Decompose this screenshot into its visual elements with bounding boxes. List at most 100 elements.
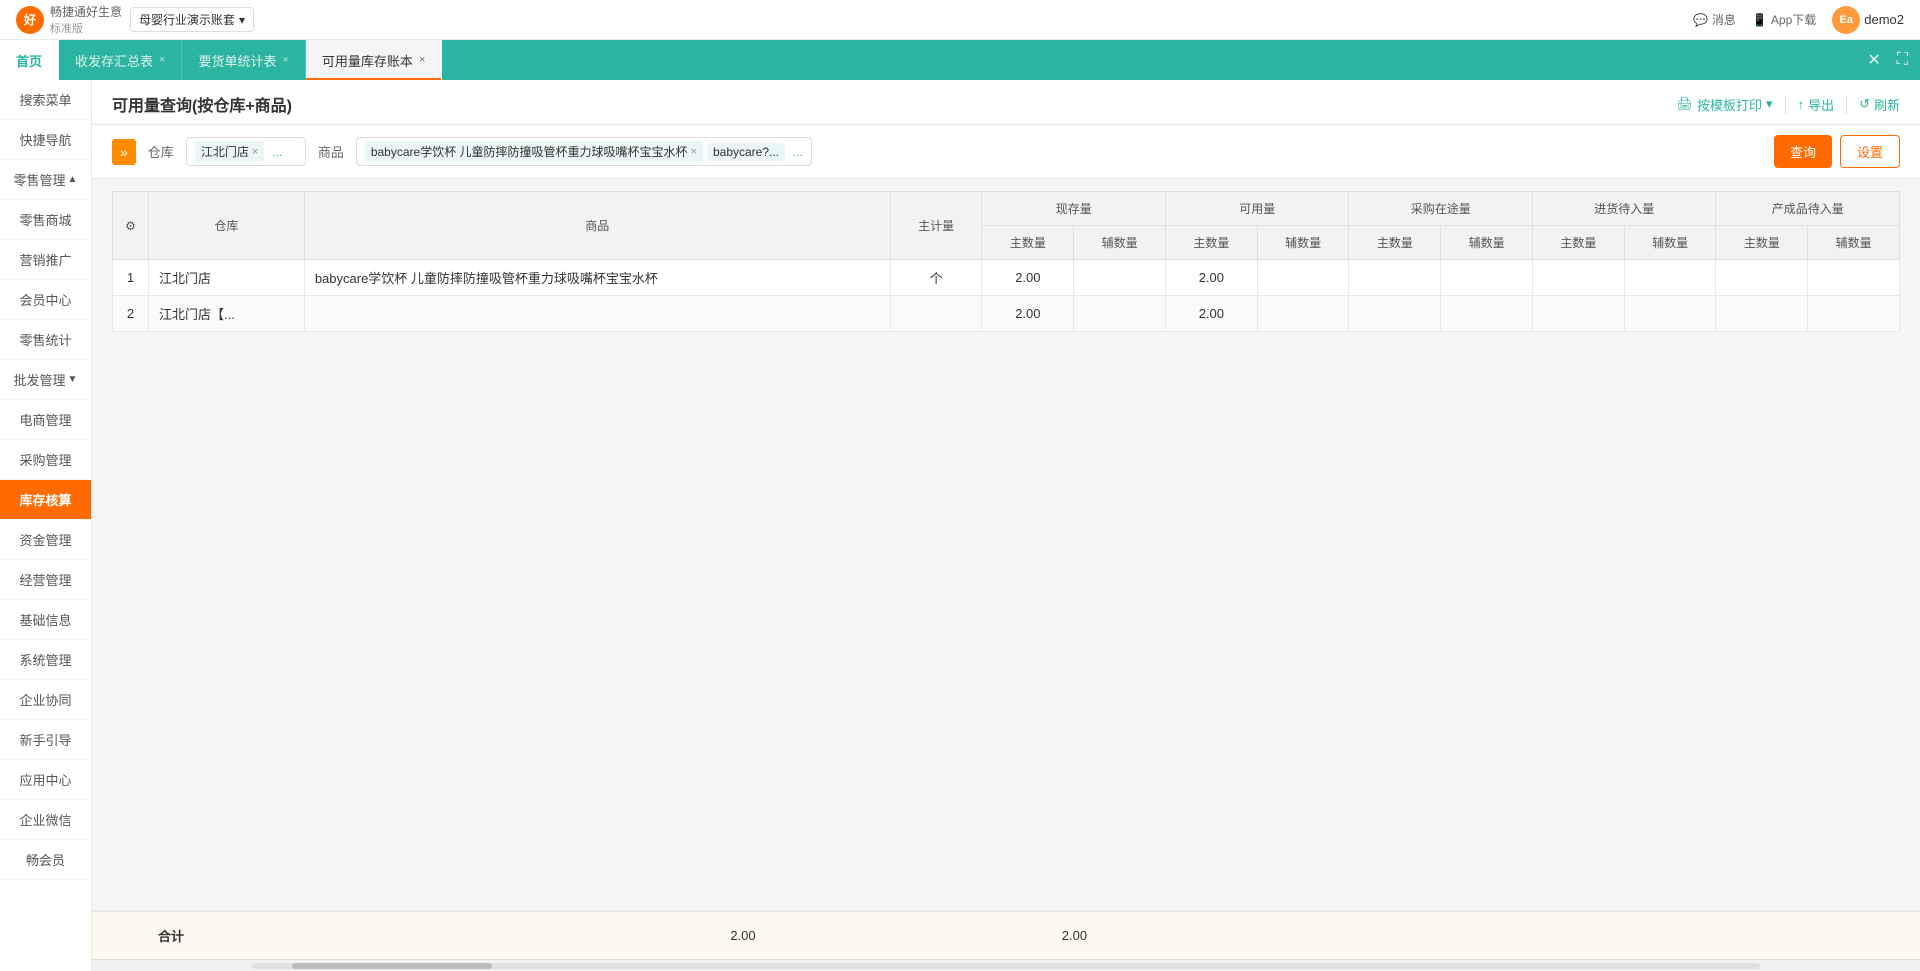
th-purchase-transit-main: 主数量 [1349, 226, 1441, 260]
sidebar-item-enterprise[interactable]: 企业协同 [0, 680, 91, 720]
nav-close-btn[interactable]: ✕ [1863, 46, 1884, 74]
industry-label: 母婴行业演示账套 [139, 11, 235, 28]
th-product: 商品 [304, 192, 890, 260]
export-button[interactable]: ↑ 导出 [1798, 95, 1848, 114]
tab-purchase-stats-close[interactable]: × [282, 54, 288, 66]
product-label: 商品 [318, 142, 344, 161]
table-area: ⚙ 仓库 商品 主计量 现存量 可用量 采购在途量 进货待入量 产成品待入量 主… [92, 179, 1920, 910]
sidebar-item-app-center[interactable]: 应用中心 [0, 760, 91, 800]
chevron-up-icon: ▲ [68, 174, 78, 185]
cell-avail-main-2: 2.00 [1165, 296, 1257, 332]
warehouse-more-btn[interactable]: ... [272, 145, 282, 159]
sidebar-item-enterprise-wechat[interactable]: 企业微信 [0, 800, 91, 840]
query-button[interactable]: 查询 [1774, 135, 1832, 168]
sidebar-item-inventory[interactable]: 库存核算 [0, 480, 91, 520]
cell-avail-aux-2 [1257, 296, 1349, 332]
th-product-pending: 产成品待入量 [1716, 192, 1900, 226]
tab-purchase-stats[interactable]: 要货单统计表 × [182, 40, 305, 80]
refresh-button[interactable]: ↺ 刷新 [1859, 95, 1900, 114]
cell-stock-main-2: 2.00 [982, 296, 1074, 332]
sidebar-item-wholesale-mgmt[interactable]: 批发管理 ▼ [0, 360, 91, 400]
app-icon: 📱 [1752, 13, 1767, 27]
cell-avail-main-1: 2.00 [1165, 260, 1257, 296]
summary-stock-main: 2.00 [628, 920, 858, 951]
sidebar-item-quick-nav[interactable]: 快捷导航 [0, 120, 91, 160]
sidebar-quick-nav-label: 快捷导航 [19, 133, 71, 148]
sidebar-retail-shop-label: 零售商城 [19, 213, 71, 228]
cell-purchase-pending-main-1 [1532, 260, 1624, 296]
product-tag-2-text: babycare?... [713, 145, 779, 159]
gear-icon[interactable]: ⚙ [125, 219, 136, 233]
industry-selector[interactable]: 母婴行业演示账套 ▾ [130, 7, 254, 32]
sidebar-item-finance[interactable]: 资金管理 [0, 520, 91, 560]
message-button[interactable]: 💬 消息 [1693, 11, 1736, 28]
app-download-button[interactable]: 📱 App下载 [1752, 11, 1816, 28]
sidebar-item-purchase[interactable]: 采购管理 [0, 440, 91, 480]
warehouse-label: 仓库 [148, 142, 174, 161]
sidebar-item-guide[interactable]: 新手引导 [0, 720, 91, 760]
top-bar-left: 好 畅捷通好生意 标准版 母婴行业演示账套 ▾ [16, 3, 254, 36]
nav-tabs-end: ✕ ⛶ [1863, 40, 1920, 80]
logo-sub: 标准版 [50, 20, 122, 36]
sidebar-item-marketing[interactable]: 营销推广 [0, 240, 91, 280]
th-avail-aux: 辅数量 [1257, 226, 1349, 260]
th-purchase-pending-main: 主数量 [1532, 226, 1624, 260]
tab-purchase-stats-label: 要货单统计表 [198, 51, 276, 70]
cell-warehouse-1: 江北门店 [149, 260, 305, 296]
sidebar-member-vip-label: 畅会员 [26, 853, 65, 868]
product-more-btn[interactable]: ... [793, 145, 803, 159]
sidebar-item-system[interactable]: 系统管理 [0, 640, 91, 680]
tab-receive[interactable]: 收发存汇总表 × [59, 40, 182, 80]
scroll-thumb[interactable] [292, 963, 492, 969]
cell-product-pending-aux-1 [1808, 260, 1900, 296]
warehouse-filter[interactable]: 江北门店 × ... [186, 137, 306, 166]
cell-purchase-transit-aux-1 [1441, 260, 1533, 296]
horizontal-scrollbar[interactable] [252, 963, 1760, 969]
sidebar-inventory-label: 库存核算 [19, 493, 71, 508]
sidebar-item-ecommerce[interactable]: 电商管理 [0, 400, 91, 440]
th-stock-aux: 辅数量 [1074, 226, 1166, 260]
export-label: 导出 [1808, 95, 1834, 114]
page-title: 可用量查询(按仓库+商品) [112, 92, 292, 116]
th-current-stock: 现存量 [982, 192, 1166, 226]
th-purchase-pending-aux: 辅数量 [1624, 226, 1716, 260]
sidebar-item-retail-shop[interactable]: 零售商城 [0, 200, 91, 240]
filter-actions: 查询 设置 [1774, 135, 1900, 168]
tab-available-inventory[interactable]: 可用量库存账本 × [306, 40, 442, 80]
sidebar-item-search[interactable]: 搜索菜单 [0, 80, 91, 120]
cell-purchase-pending-main-2 [1532, 296, 1624, 332]
tab-home[interactable]: 首页 [0, 40, 59, 80]
sidebar-item-member-vip[interactable]: 畅会员 [0, 840, 91, 880]
data-table: ⚙ 仓库 商品 主计量 现存量 可用量 采购在途量 进货待入量 产成品待入量 主… [112, 191, 1900, 332]
cell-stock-main-1: 2.00 [982, 260, 1074, 296]
product-tag-1-close[interactable]: × [691, 146, 697, 158]
setting-button[interactable]: 设置 [1840, 135, 1900, 168]
cell-no-1: 1 [113, 260, 149, 296]
th-available: 可用量 [1165, 192, 1349, 226]
sidebar-item-retail-mgmt[interactable]: 零售管理 ▲ [0, 160, 91, 200]
product-filter[interactable]: babycare学饮杯 儿童防摔防撞吸管杯重力球吸嘴杯宝宝水杯 × babyca… [356, 137, 812, 166]
cell-avail-aux-1 [1257, 260, 1349, 296]
tab-available-inventory-close[interactable]: × [419, 54, 425, 66]
logo-text: 畅捷通好生意 [50, 3, 122, 20]
filter-expand-button[interactable]: » [112, 139, 136, 165]
tab-receive-close[interactable]: × [159, 54, 165, 66]
sidebar-item-basic-info[interactable]: 基础信息 [0, 600, 91, 640]
logo-texts: 畅捷通好生意 标准版 [50, 3, 122, 36]
sidebar-app-center-label: 应用中心 [19, 773, 71, 788]
sidebar-item-operations[interactable]: 经营管理 [0, 560, 91, 600]
print-button[interactable]: 🖨 按模板打印 ▾ [1677, 95, 1786, 114]
warehouse-tag-close[interactable]: × [252, 146, 258, 158]
print-icon: 🖨 [1677, 96, 1694, 112]
top-bar-right: 💬 消息 📱 App下载 Ea demo2 [1693, 6, 1904, 34]
sidebar-marketing-label: 营销推广 [19, 253, 71, 268]
sidebar-item-member[interactable]: 会员中心 [0, 280, 91, 320]
summary-label: 合计 [148, 920, 268, 951]
summary-bar: 合计 2.00 2.00 [92, 910, 1920, 959]
sidebar-retail-mgmt-label: 零售管理 [14, 170, 66, 189]
nav-fullscreen-btn[interactable]: ⛶ [1893, 47, 1912, 73]
content-area: 可用量查询(按仓库+商品) 🖨 按模板打印 ▾ ↑ 导出 ↺ 刷新 » [92, 80, 1920, 971]
user-area[interactable]: Ea demo2 [1832, 6, 1904, 34]
cell-purchase-transit-main-2 [1349, 296, 1441, 332]
sidebar-item-retail-stats[interactable]: 零售统计 [0, 320, 91, 360]
